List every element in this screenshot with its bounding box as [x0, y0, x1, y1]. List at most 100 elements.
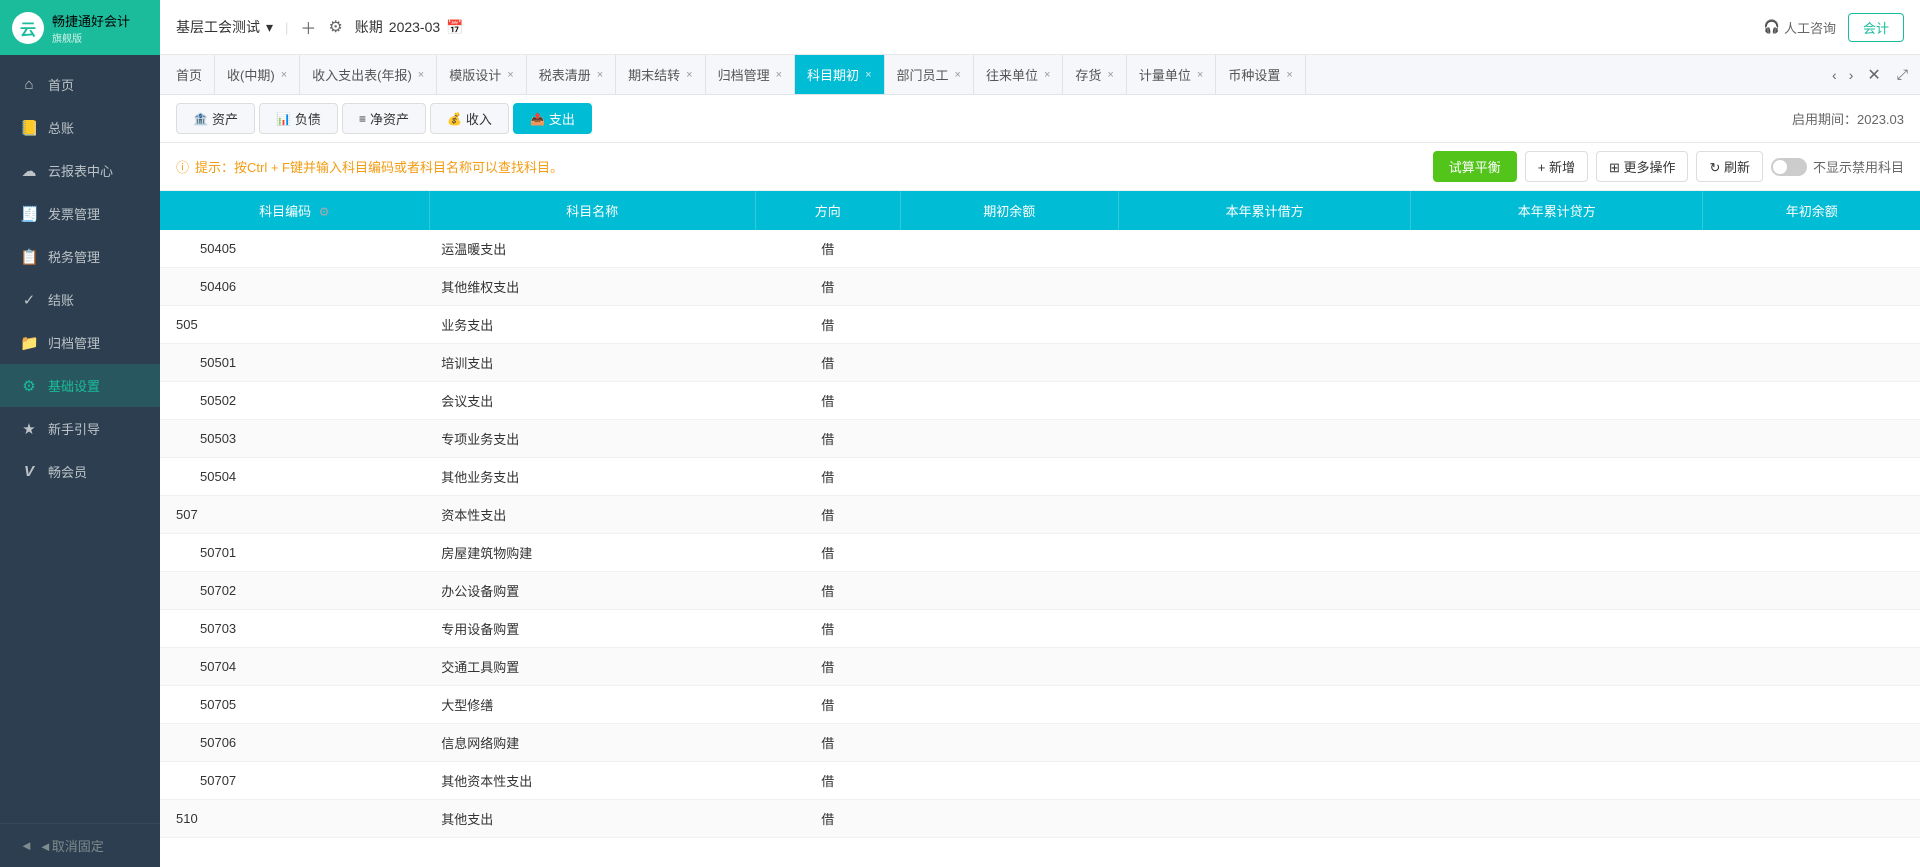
- add-button[interactable]: + 新增: [1525, 151, 1588, 182]
- tabbar-arrows: ‹ › ✕ ⤢: [1826, 65, 1916, 85]
- sidebar-item-close[interactable]: ✓ 结账: [0, 278, 160, 321]
- subtab-equity[interactable]: ≡ 净资产: [342, 103, 426, 134]
- tab-home[interactable]: 首页: [164, 55, 215, 95]
- archive-icon: 📁: [20, 334, 38, 352]
- sidebar-item-report[interactable]: ☁ 云报表中心: [0, 149, 160, 192]
- tab-close-archive[interactable]: ×: [776, 69, 782, 81]
- cell-code: 50701: [160, 534, 429, 572]
- tab-close-tax[interactable]: ×: [597, 69, 603, 81]
- report-icon: ☁: [20, 162, 38, 180]
- sidebar-item-member[interactable]: V 畅会员: [0, 450, 160, 493]
- toggle-label: 不显示禁用科目: [1813, 157, 1904, 176]
- cell-balance: [900, 496, 1118, 534]
- cell-code: 50704: [160, 648, 429, 686]
- calendar-icon[interactable]: 📅: [446, 19, 463, 36]
- sidebar-nav: ⌂ 首页 📒 总账 ☁ 云报表中心 🧾 发票管理 📋 税务管理 ✓ 结账 📁 归…: [0, 55, 160, 823]
- cell-code: 510: [160, 800, 429, 838]
- tab-contact[interactable]: 往来单位 ×: [974, 55, 1063, 95]
- tab-close-dept[interactable]: ×: [955, 69, 961, 81]
- cell-year-balance: [1703, 648, 1920, 686]
- sidebar-item-guide[interactable]: ★ 新手引导: [0, 407, 160, 450]
- cell-debit-ytd: [1119, 724, 1411, 762]
- sidebar-label-home: 首页: [48, 75, 74, 94]
- cell-direction: 借: [755, 230, 900, 268]
- cell-name: 专项业务支出: [429, 420, 755, 458]
- cell-year-balance: [1703, 458, 1920, 496]
- add-project-icon[interactable]: ＋: [300, 15, 316, 39]
- subtab-liability[interactable]: 📊 负债: [259, 103, 338, 134]
- tab-template[interactable]: 模版设计 ×: [437, 55, 526, 95]
- tab-close-subject[interactable]: ×: [865, 69, 871, 81]
- table-row: 50704交通工具购置借: [160, 648, 1920, 686]
- tab-label-subject: 科目期初: [807, 65, 859, 84]
- tab-close-period[interactable]: ×: [686, 69, 692, 81]
- cell-credit-ytd: [1411, 572, 1703, 610]
- member-icon: V: [20, 463, 38, 480]
- tab-close-contact[interactable]: ×: [1044, 69, 1050, 81]
- cell-balance: [900, 610, 1118, 648]
- cell-name: 其他支出: [429, 800, 755, 838]
- table-row: 507资本性支出借: [160, 496, 1920, 534]
- tab-balance[interactable]: 收(中期) ×: [215, 55, 300, 95]
- hint-text: ⓘ 提示：按Ctrl + F键并输入科目编码或者科目名称可以查找科目。: [176, 157, 563, 176]
- sidebar-footer[interactable]: ◄ ◄取消固定: [0, 823, 160, 867]
- balance-button[interactable]: 试算平衡: [1433, 151, 1517, 182]
- tab-label-contact: 往来单位: [986, 65, 1038, 84]
- topbar: 基层工会测试 ▾ | ＋ ⚙ 账期 2023-03 📅 🎧 人工咨询 会计: [160, 0, 1920, 55]
- tab-expand[interactable]: ⤢: [1889, 66, 1916, 83]
- sidebar-item-invoice[interactable]: 🧾 发票管理: [0, 192, 160, 235]
- sidebar-item-ledger[interactable]: 📒 总账: [0, 106, 160, 149]
- tab-dept[interactable]: 部门员工 ×: [885, 55, 974, 95]
- refresh-button[interactable]: ↻ 刷新: [1696, 151, 1763, 182]
- account-button[interactable]: 会计: [1848, 13, 1904, 42]
- tab-archive[interactable]: 归档管理 ×: [706, 55, 795, 95]
- subtab-income[interactable]: 💰 收入: [430, 103, 509, 134]
- cell-balance: [900, 382, 1118, 420]
- tab-close-unit[interactable]: ×: [1197, 69, 1203, 81]
- tab-currency[interactable]: 币种设置 ×: [1216, 55, 1305, 95]
- col-settings-icon[interactable]: ⚙: [319, 205, 330, 219]
- cell-direction: 借: [755, 496, 900, 534]
- cell-direction: 借: [755, 610, 900, 648]
- project-selector[interactable]: 基层工会测试 ▾: [176, 17, 273, 37]
- toggle-disabled-subjects[interactable]: [1771, 158, 1807, 176]
- sidebar-item-archive[interactable]: 📁 归档管理: [0, 321, 160, 364]
- help-btn[interactable]: 🎧 人工咨询: [1764, 18, 1836, 37]
- cell-name: 会议支出: [429, 382, 755, 420]
- cell-year-balance: [1703, 762, 1920, 800]
- sidebar-item-settings[interactable]: ⚙ 基础设置: [0, 364, 160, 407]
- cell-direction: 借: [755, 306, 900, 344]
- subtab-asset[interactable]: 🏦 资产: [176, 103, 255, 134]
- sidebar-item-home[interactable]: ⌂ 首页: [0, 63, 160, 106]
- invoice-icon: 🧾: [20, 205, 38, 223]
- tab-scroll-left[interactable]: ‹: [1826, 67, 1843, 83]
- tab-close-income[interactable]: ×: [418, 69, 424, 81]
- tab-tax[interactable]: 税表清册 ×: [527, 55, 616, 95]
- cell-balance: [900, 762, 1118, 800]
- tab-period[interactable]: 期末结转 ×: [616, 55, 705, 95]
- cell-direction: 借: [755, 572, 900, 610]
- sidebar-item-tax[interactable]: 📋 税务管理: [0, 235, 160, 278]
- cell-name: 房屋建筑物购建: [429, 534, 755, 572]
- tab-income[interactable]: 收入支出表(年报) ×: [300, 55, 437, 95]
- more-button[interactable]: ⊞ 更多操作: [1596, 151, 1689, 182]
- tab-close-balance[interactable]: ×: [281, 69, 287, 81]
- cell-year-balance: [1703, 686, 1920, 724]
- tab-stock[interactable]: 存货 ×: [1063, 55, 1126, 95]
- tab-label-home: 首页: [176, 65, 202, 84]
- table-row: 505业务支出借: [160, 306, 1920, 344]
- tab-close-all[interactable]: ✕: [1859, 65, 1888, 85]
- subtab-expense[interactable]: 📤 支出: [513, 103, 592, 134]
- tab-close-currency[interactable]: ×: [1286, 69, 1292, 81]
- tab-unit[interactable]: 计量单位 ×: [1127, 55, 1216, 95]
- topbar-settings-icon[interactable]: ⚙: [328, 17, 342, 37]
- table-row: 50706信息网络购建借: [160, 724, 1920, 762]
- tab-scroll-right[interactable]: ›: [1843, 67, 1860, 83]
- cell-balance: [900, 230, 1118, 268]
- tab-close-stock[interactable]: ×: [1107, 69, 1113, 81]
- tab-subject[interactable]: 科目期初 ×: [795, 55, 884, 95]
- table-row: 50503专项业务支出借: [160, 420, 1920, 458]
- table-row: 50501培训支出借: [160, 344, 1920, 382]
- cell-debit-ytd: [1119, 762, 1411, 800]
- tab-close-template[interactable]: ×: [507, 69, 513, 81]
